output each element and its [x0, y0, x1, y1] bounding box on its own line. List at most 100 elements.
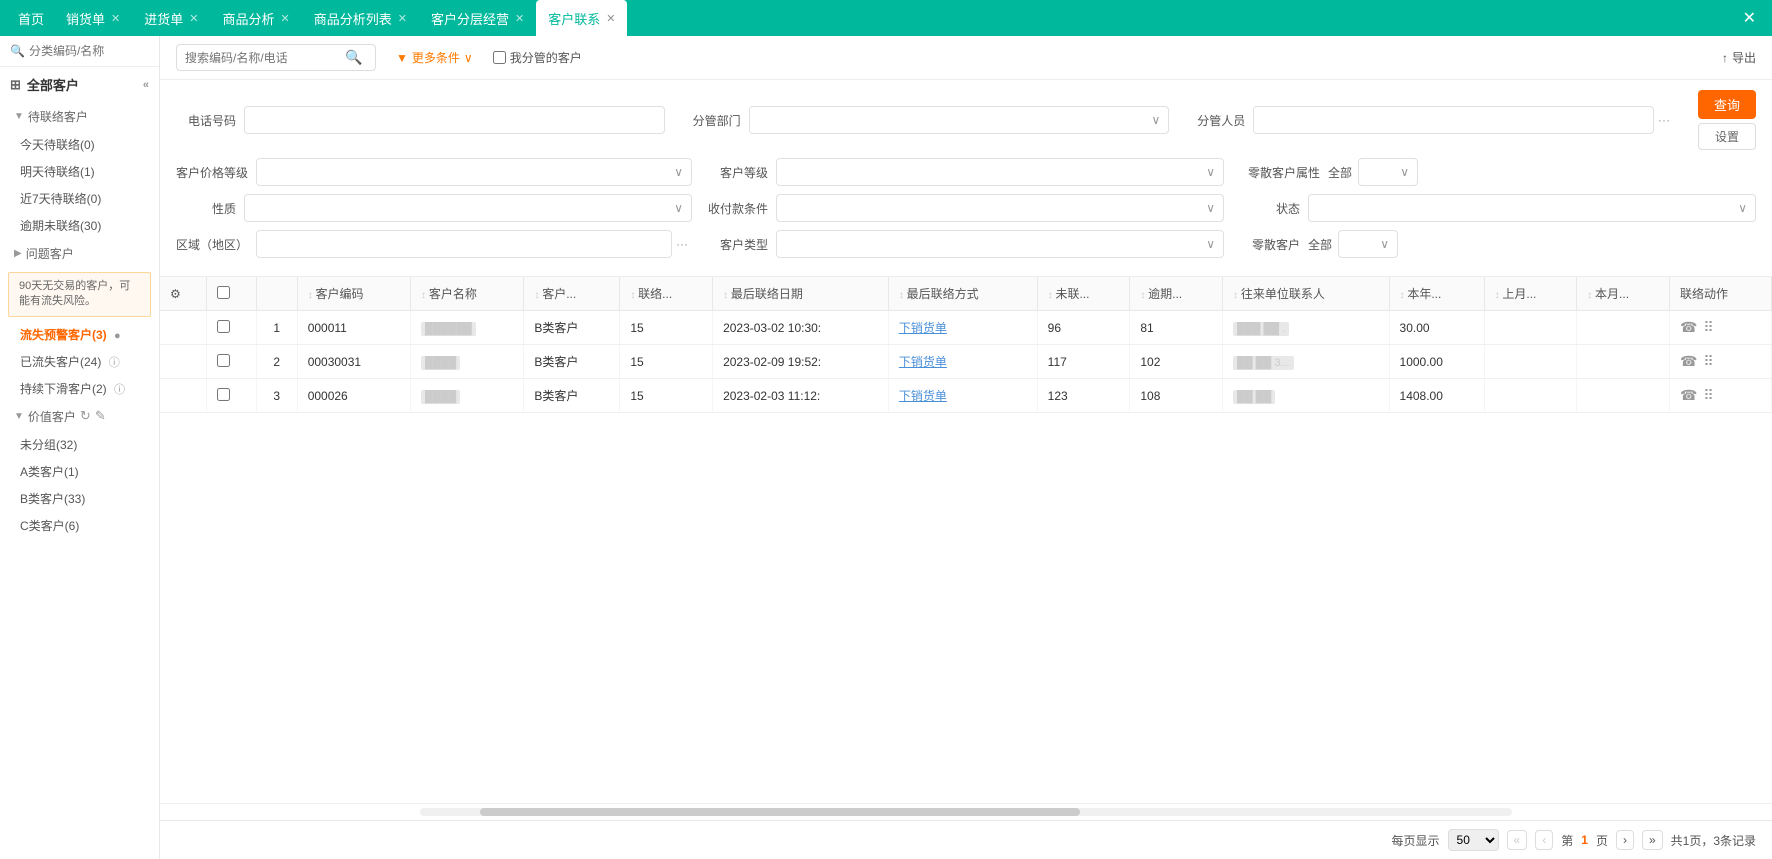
- sidebar-item-ungrouped[interactable]: 未分组(32): [0, 431, 159, 458]
- th-uncontacted[interactable]: 未联...: [1037, 277, 1130, 311]
- refresh-icon[interactable]: ↻: [80, 408, 91, 424]
- export-button[interactable]: ↑ 导出: [1722, 49, 1756, 66]
- tab-customer-contact-close-icon[interactable]: ✕: [606, 12, 615, 25]
- row1-more-icon[interactable]: ⠿: [1703, 319, 1713, 336]
- sidebar-root-item[interactable]: ⊞ 全部客户 «: [0, 67, 159, 102]
- tab-analysis-list[interactable]: 商品分析列表 ✕: [302, 0, 419, 36]
- row3-more-icon[interactable]: ⠿: [1703, 387, 1713, 404]
- sidebar-item-today[interactable]: 今天待联络(0): [0, 131, 159, 158]
- row1-actions: ☎ ⠿: [1669, 311, 1771, 345]
- sidebar-item-b-class[interactable]: B类客户(33): [0, 485, 159, 512]
- sidebar-search-input[interactable]: [29, 44, 149, 58]
- region-more-icon[interactable]: ···: [672, 237, 692, 251]
- horizontal-scrollbar[interactable]: [160, 803, 1772, 820]
- person-more-icon[interactable]: ···: [1654, 113, 1674, 127]
- row1-checkbox: [206, 311, 256, 345]
- th-settings[interactable]: ⚙: [160, 277, 206, 311]
- retail-attr-value: 全部: [1328, 164, 1352, 181]
- row3-phone-icon[interactable]: ☎: [1680, 387, 1697, 404]
- phone-input[interactable]: [244, 106, 665, 134]
- column-settings-icon[interactable]: ⚙: [170, 287, 181, 301]
- filter-search-input[interactable]: [185, 51, 345, 65]
- row1-phone-icon[interactable]: ☎: [1680, 319, 1697, 336]
- th-last-month[interactable]: 上月...: [1484, 277, 1577, 311]
- tab-analysis-list-close-icon[interactable]: ✕: [398, 12, 407, 25]
- row3-last-method-link[interactable]: 下销货单: [899, 389, 947, 403]
- sidebar-item-overdue[interactable]: 逾期未联络(30): [0, 212, 159, 239]
- close-all-tabs-button[interactable]: ✕: [1735, 8, 1764, 28]
- tab-customer-contact[interactable]: 客户联系 ✕: [536, 0, 627, 36]
- per-page-label: 每页显示: [1392, 832, 1440, 849]
- prev-page-button[interactable]: ‹: [1535, 830, 1553, 850]
- next-page-button[interactable]: ›: [1616, 830, 1634, 850]
- settings-button[interactable]: 设置: [1698, 123, 1756, 150]
- payment-select[interactable]: ∨: [776, 194, 1224, 222]
- row2-contacts-blurred: ██ ██ 3...: [1233, 356, 1294, 370]
- first-page-button[interactable]: «: [1507, 830, 1528, 850]
- row3-last-method[interactable]: 下销货单: [888, 379, 1037, 413]
- row2-phone-icon[interactable]: ☎: [1680, 353, 1697, 370]
- sidebar-item-c-class[interactable]: C类客户(6): [0, 512, 159, 539]
- sidebar-group-value[interactable]: ▼ 价值客户 ↻ ✎: [0, 402, 159, 431]
- more-conditions-button[interactable]: ▼ 更多条件 ∨: [388, 45, 481, 70]
- row1-last-method-link[interactable]: 下销货单: [899, 321, 947, 335]
- retail-attr-select[interactable]: ∨: [1358, 158, 1418, 186]
- scroll-thumb[interactable]: [480, 808, 1080, 816]
- query-button[interactable]: 查询: [1698, 90, 1756, 119]
- select-all-checkbox[interactable]: [217, 286, 230, 299]
- my-customers-checkbox[interactable]: [493, 51, 506, 64]
- person-select[interactable]: [1253, 106, 1654, 134]
- sidebar-item-7days[interactable]: 近7天待联络(0): [0, 185, 159, 212]
- customer-grade-label: 客户等级: [708, 164, 768, 181]
- tab-purchase[interactable]: 进货单 ✕: [132, 0, 210, 36]
- per-page-select[interactable]: 50 100: [1448, 829, 1499, 851]
- th-overdue[interactable]: 逾期...: [1130, 277, 1223, 311]
- tab-customer-tier[interactable]: 客户分层经营 ✕: [419, 0, 536, 36]
- retail-customer-select[interactable]: ∨: [1338, 230, 1398, 258]
- tab-purchase-close-icon[interactable]: ✕: [189, 12, 198, 25]
- sidebar-group-problem[interactable]: ▶ 问题客户: [0, 239, 159, 268]
- tab-sales[interactable]: 销货单 ✕: [54, 0, 132, 36]
- th-last-date[interactable]: 最后联络日期: [713, 277, 889, 311]
- region-select[interactable]: [256, 230, 672, 258]
- row1-select-checkbox[interactable]: [217, 320, 230, 333]
- last-page-button[interactable]: »: [1642, 830, 1663, 850]
- th-this-month[interactable]: 本月...: [1577, 277, 1670, 311]
- sidebar-item-churn-warning[interactable]: 流失预警客户(3) ●: [0, 321, 159, 348]
- row3-select-checkbox[interactable]: [217, 388, 230, 401]
- customer-grade-select[interactable]: ∨: [776, 158, 1224, 186]
- sidebar-item-a-class[interactable]: A类客户(1): [0, 458, 159, 485]
- price-grade-select[interactable]: ∨: [256, 158, 692, 186]
- row1-last-method[interactable]: 下销货单: [888, 311, 1037, 345]
- sidebar-item-churned[interactable]: 已流失客户(24) ⓘ: [0, 348, 159, 375]
- my-customers-checkbox-label[interactable]: 我分管的客户: [493, 49, 582, 66]
- th-year-amount[interactable]: 本年...: [1389, 277, 1484, 311]
- customer-type-select[interactable]: ∨: [776, 230, 1224, 258]
- sidebar-item-tomorrow[interactable]: 明天待联络(1): [0, 158, 159, 185]
- status-select[interactable]: ∨: [1308, 194, 1756, 222]
- th-type[interactable]: 客户...: [524, 277, 620, 311]
- row2-last-method-link[interactable]: 下销货单: [899, 355, 947, 369]
- page-unit-label: 页: [1596, 832, 1608, 849]
- tab-home[interactable]: 首页: [8, 0, 54, 36]
- th-contacts[interactable]: 往来单位联系人: [1223, 277, 1390, 311]
- th-contact[interactable]: 联络...: [620, 277, 713, 311]
- sidebar-item-declining[interactable]: 持续下滑客户(2) ⓘ: [0, 375, 159, 402]
- row2-more-icon[interactable]: ⠿: [1703, 353, 1713, 370]
- tab-analysis[interactable]: 商品分析 ✕: [210, 0, 301, 36]
- sidebar-group-pending[interactable]: ▼ 待联络客户: [0, 102, 159, 131]
- tab-customer-tier-close-icon[interactable]: ✕: [515, 12, 524, 25]
- tab-sales-close-icon[interactable]: ✕: [111, 12, 120, 25]
- th-last-method[interactable]: 最后联络方式: [888, 277, 1037, 311]
- row2-last-method[interactable]: 下销货单: [888, 345, 1037, 379]
- nature-select[interactable]: ∨: [244, 194, 692, 222]
- sidebar-collapse-icon[interactable]: «: [143, 79, 149, 91]
- th-name[interactable]: 客户名称: [411, 277, 524, 311]
- edit-icon[interactable]: ✎: [95, 408, 106, 424]
- tab-analysis-close-icon[interactable]: ✕: [281, 12, 290, 25]
- dept-select[interactable]: ∨: [749, 106, 1170, 134]
- filter-search-button[interactable]: 🔍: [345, 49, 362, 66]
- row2-select-checkbox[interactable]: [217, 354, 230, 367]
- th-code[interactable]: 客户编码: [297, 277, 410, 311]
- table-row: 1 000011 ██████ B类客户 15 2023-03-02 10:30…: [160, 311, 1772, 345]
